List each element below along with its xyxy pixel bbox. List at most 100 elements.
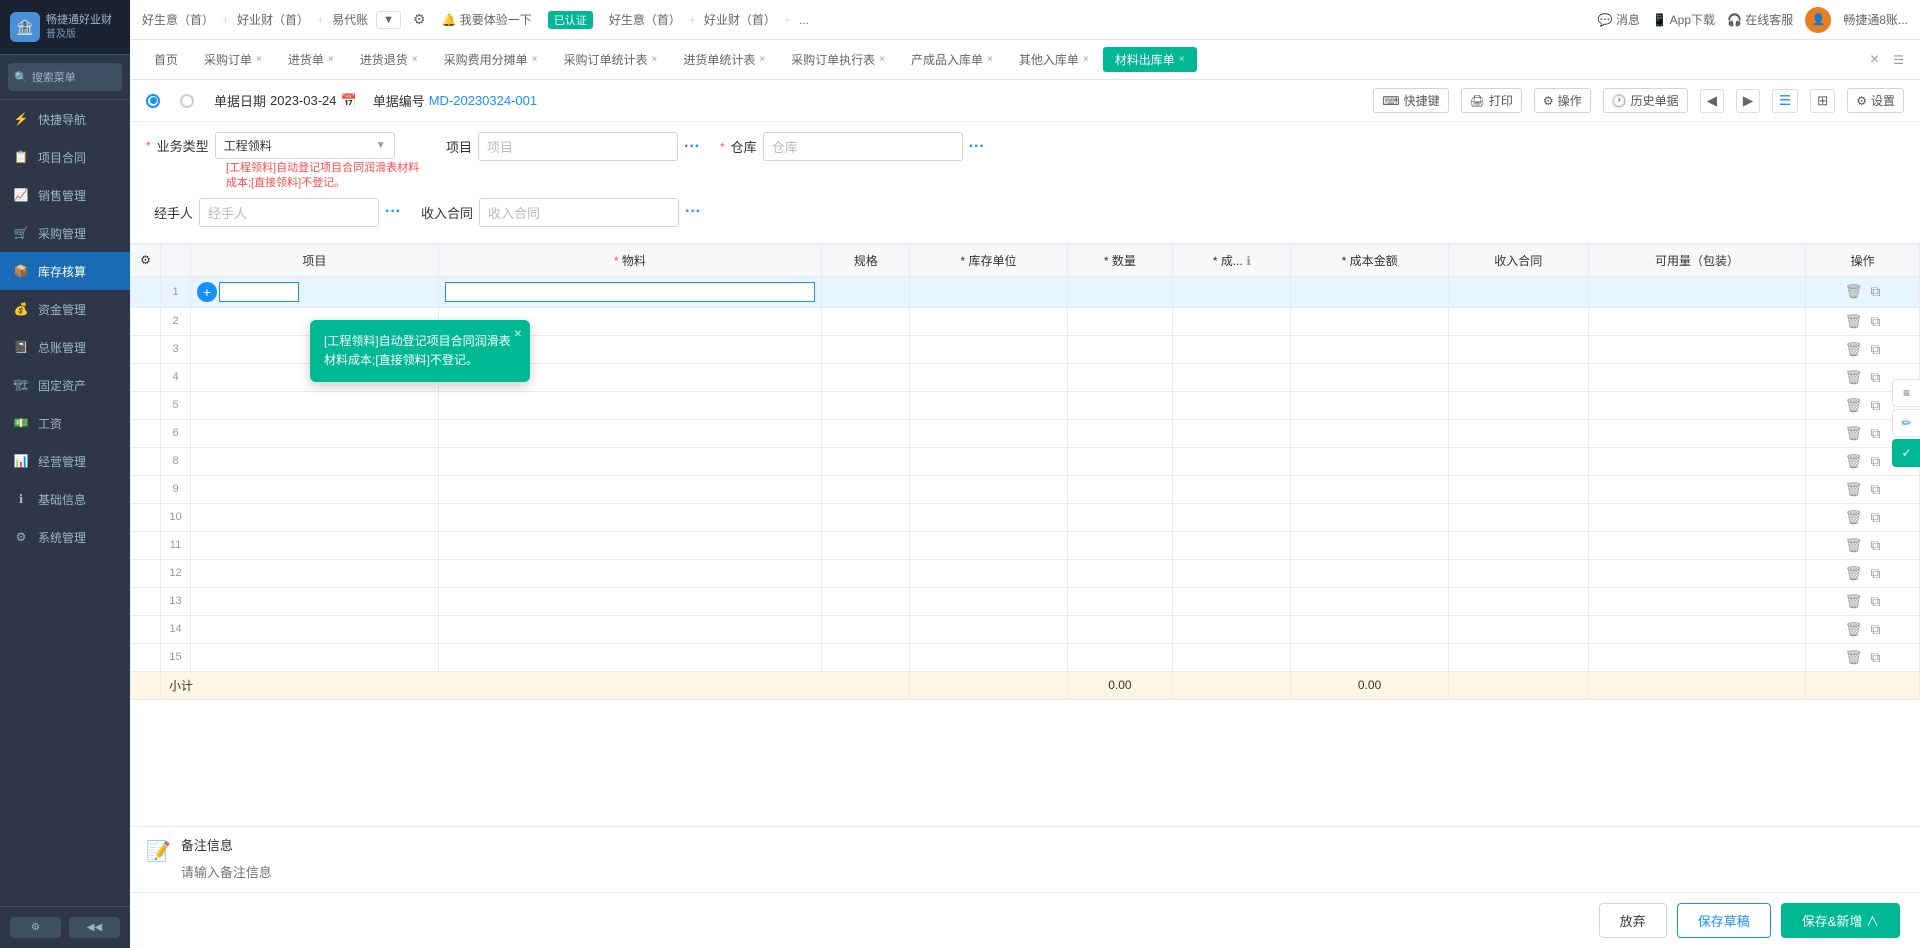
row-copy-btn[interactable]: ⧉ [1869, 621, 1883, 638]
row-1-cost-amount[interactable] [1291, 276, 1448, 307]
close-inbound[interactable]: × [328, 54, 334, 65]
col-cost-amount-header[interactable]: * 成本金额 [1291, 244, 1448, 276]
shortcut-key-btn[interactable]: ⌨ 快捷键 [1373, 88, 1448, 113]
tab-inbound[interactable]: 进货单 × [276, 47, 346, 72]
income-contract-select[interactable]: 收入合同 [479, 198, 679, 227]
row-copy-btn[interactable]: ⧉ [1869, 341, 1883, 358]
sidebar-item-sales[interactable]: 📈 销售管理 [0, 176, 130, 214]
sidebar-item-purchase[interactable]: 🛒 采购管理 [0, 214, 130, 252]
tab-inbound-return[interactable]: 进货退货 × [348, 47, 430, 72]
tab-purchase-split[interactable]: 采购费用分摊单 × [432, 47, 550, 72]
experience-link[interactable]: 🔔 我要体验一下 [442, 11, 532, 28]
handler-select[interactable]: 经手人 [199, 198, 379, 227]
row-1-unit[interactable] [910, 276, 1067, 307]
save-draft-btn[interactable]: 保存草稿 [1677, 903, 1771, 938]
next-record-btn[interactable]: ▶ [1736, 89, 1760, 113]
col-spec-header[interactable]: 规格 [822, 244, 910, 276]
close-inbound-stats[interactable]: × [759, 54, 765, 65]
row-delete-btn[interactable]: 🗑 [1843, 369, 1865, 386]
sidebar-item-finance[interactable]: 💰 资金管理 [0, 290, 130, 328]
save-new-btn[interactable]: 保存&新增 ∧ [1781, 903, 1900, 938]
operation-btn[interactable]: ⚙ 操作 [1534, 88, 1591, 113]
close-inbound-return[interactable]: × [412, 54, 418, 65]
add-row-btn[interactable]: + [197, 282, 217, 302]
row-delete-btn[interactable]: 🗑 [1843, 593, 1865, 610]
tab-purchase-stats[interactable]: 采购订单统计表 × [551, 47, 669, 72]
close-purchase-split[interactable]: × [532, 54, 538, 65]
settings-footer-btn[interactable]: ⚙ [10, 917, 61, 938]
close-purchase-stats[interactable]: × [651, 54, 657, 65]
grid-view-btn[interactable]: ⊞ [1810, 89, 1835, 113]
sidebar-item-assets[interactable]: 🏗 固定资产 [0, 366, 130, 404]
row-delete-btn[interactable]: 🗑 [1843, 397, 1865, 414]
bill-no-value[interactable]: MD-20230324-001 [429, 93, 537, 108]
row-delete-btn[interactable]: 🗑 [1843, 565, 1865, 582]
company-nav-2[interactable]: 好生意（首） [609, 11, 681, 28]
row-copy-btn[interactable]: ⧉ [1869, 313, 1883, 330]
sidebar-item-project[interactable]: 📋 项目合同 [0, 138, 130, 176]
row-1-spec[interactable] [822, 276, 910, 307]
username-label[interactable]: 畅捷通8账... [1843, 11, 1908, 28]
list-view-btn[interactable]: ☰ [1772, 89, 1798, 113]
radio-return[interactable] [180, 94, 198, 108]
company-nav-3[interactable]: 好业财（首） [704, 11, 776, 28]
history-btn[interactable]: 🕐 历史单据 [1603, 88, 1688, 113]
close-all-btn[interactable]: × [1866, 51, 1883, 69]
row-1-material[interactable] [438, 276, 821, 307]
tab-other-inbound[interactable]: 其他入库单 × [1007, 47, 1101, 72]
tab-material-outbound[interactable]: 材料出库单 × [1103, 47, 1197, 72]
row-copy-btn[interactable]: ⧉ [1869, 649, 1883, 666]
row-copy-btn[interactable]: ⧉ [1869, 593, 1883, 610]
tab-home[interactable]: 首页 [142, 47, 190, 72]
row-1-available[interactable] [1588, 276, 1806, 307]
sidebar-item-quick-nav[interactable]: ⚡ 快捷导航 [0, 100, 130, 138]
company-tab-3[interactable]: 易代账 [332, 11, 368, 28]
calendar-icon[interactable]: 📅 [341, 93, 357, 109]
row-delete-btn[interactable]: 🗑 [1843, 313, 1865, 330]
message-btn[interactable]: 💬 消息 [1598, 11, 1640, 28]
row-1-material-input[interactable] [445, 282, 815, 302]
row-delete-btn[interactable]: 🗑 [1843, 341, 1865, 358]
col-material-header[interactable]: * 物料 [438, 244, 821, 276]
print-btn[interactable]: 🖨 打印 [1461, 88, 1522, 113]
row-1-project-input[interactable] [219, 282, 299, 302]
row-1-income-contract[interactable] [1448, 276, 1588, 307]
row-delete-btn[interactable]: 🗑 [1843, 649, 1865, 666]
close-material-outbound[interactable]: × [1179, 54, 1185, 65]
project-select[interactable]: 项目 [478, 132, 678, 161]
close-other-inbound[interactable]: × [1083, 54, 1089, 65]
row-delete-btn[interactable]: 🗑 [1843, 621, 1865, 638]
row-copy-btn[interactable]: ⧉ [1869, 481, 1883, 498]
collapse-btn[interactable]: ◀◀ [69, 917, 120, 938]
row-delete-btn[interactable]: 🗑 [1843, 509, 1865, 526]
user-avatar[interactable]: 👤 [1805, 7, 1831, 33]
row-1-quantity[interactable] [1067, 276, 1173, 307]
row-delete-btn[interactable]: 🗑 [1843, 481, 1865, 498]
row-copy-btn[interactable]: ⧉ [1869, 453, 1883, 470]
right-tool-1[interactable]: ≡ [1892, 379, 1920, 407]
row-1-copy-btn[interactable]: ⧉ [1869, 283, 1883, 300]
project-more-btn[interactable]: ··· [684, 138, 700, 156]
col-available-header[interactable]: 可用量（包装） [1588, 244, 1806, 276]
more-nav[interactable]: ... [799, 13, 809, 27]
right-tool-pencil[interactable]: ✏ [1892, 409, 1920, 437]
row-copy-btn[interactable]: ⧉ [1869, 509, 1883, 526]
col-income-contract-header[interactable]: 收入合同 [1448, 244, 1588, 276]
sidebar-item-system[interactable]: ⚙ 系统管理 [0, 518, 130, 556]
sidebar-item-inventory[interactable]: 📦 库存核算 [0, 252, 130, 290]
handler-more-btn[interactable]: ··· [385, 203, 401, 221]
close-finished-goods[interactable]: × [987, 54, 993, 65]
row-1-project[interactable]: + [191, 276, 439, 307]
col-project-header[interactable]: 项目 [191, 244, 439, 276]
col-cost-price-header[interactable]: * 成... ℹ [1173, 244, 1291, 276]
warehouse-more-btn[interactable]: ··· [969, 138, 985, 156]
discard-btn[interactable]: 放弃 [1599, 903, 1667, 938]
settings-page-btn[interactable]: ⚙ 设置 [1847, 88, 1904, 113]
col-settings-header[interactable]: ⚙ [131, 244, 161, 276]
warehouse-select[interactable]: 仓库 [763, 132, 963, 161]
business-type-select[interactable]: 工程领料 ▼ [215, 132, 395, 159]
close-purchase-exec[interactable]: × [879, 54, 885, 65]
company-tab-2[interactable]: 好业财（首） [237, 11, 309, 28]
tab-purchase-exec[interactable]: 采购订单执行表 × [779, 47, 897, 72]
row-copy-btn[interactable]: ⧉ [1869, 397, 1883, 414]
